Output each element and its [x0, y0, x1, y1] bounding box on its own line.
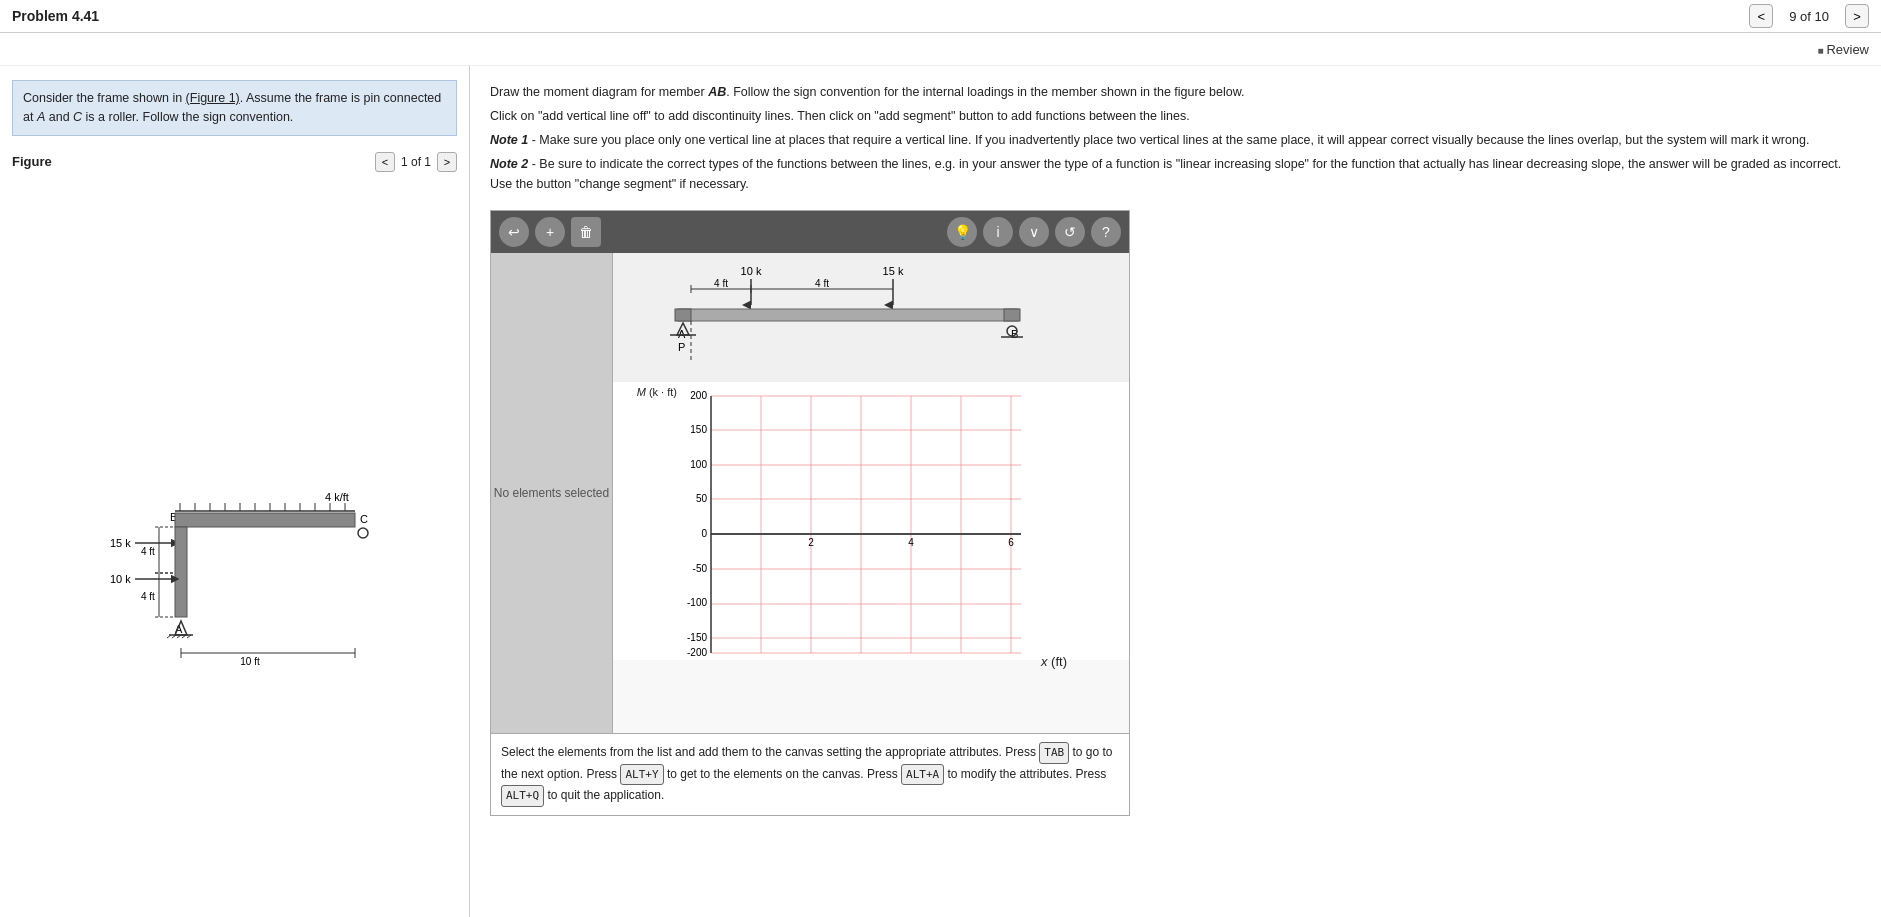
left-selector: No elements selected	[491, 253, 613, 733]
y-200: 200	[690, 390, 707, 401]
y-50: 50	[696, 493, 708, 504]
svg-rect-37	[675, 309, 691, 321]
add-btn[interactable]: +	[535, 217, 565, 247]
beam-dim1: 4 ft	[714, 278, 728, 289]
second-bar: Review	[0, 33, 1881, 66]
problem-text-box: Consider the frame shown in (Figure 1). …	[12, 80, 457, 136]
horizontal-beam	[175, 513, 355, 527]
beam-svg: 10 k 15 k 4 ft 4 ft	[623, 261, 1043, 371]
y-150n: -150	[687, 632, 707, 643]
figure-canvas: 4 k/ft B	[0, 176, 469, 918]
figure-label: Figure	[12, 154, 52, 169]
alt-q-key: ALT+Q	[501, 785, 544, 807]
bottom-text5: to quit the application.	[547, 788, 664, 802]
bottom-text1: Select the elements from the list and ad…	[501, 745, 1039, 759]
hint-btn[interactable]: 💡	[947, 217, 977, 247]
tool-toolbar-right: 💡 i ∨ ↺ ?	[947, 217, 1121, 247]
tool-toolbar-left: ↩ + 🗑	[499, 217, 601, 247]
instruction-note1: Note 1 - Make sure you place only one ve…	[490, 130, 1861, 150]
figure-nav-current: 1 of 1	[401, 155, 431, 169]
bottom-instructions: Select the elements from the list and ad…	[490, 734, 1130, 816]
prev-button[interactable]: <	[1749, 4, 1773, 28]
problem-title: Problem 4.41	[12, 8, 99, 24]
y-150: 150	[690, 424, 707, 435]
beam-dim2: 4 ft	[815, 278, 829, 289]
dim-10ft: 10 ft	[240, 656, 260, 667]
figure-prev-btn[interactable]: <	[375, 152, 395, 172]
beam-load2-label: 15 k	[883, 265, 904, 277]
diagram-tool: ↩ + 🗑 💡 i ∨ ↺ ? No elements selected	[490, 210, 1130, 734]
alt-a-key: ALT+A	[901, 764, 944, 786]
info-btn[interactable]: i	[983, 217, 1013, 247]
vertical-beam	[175, 527, 187, 617]
bottom-text3: to get to the elements on the canvas. Pr…	[667, 767, 901, 781]
x-2: 2	[808, 537, 814, 548]
instructions: Draw the moment diagram for member AB. F…	[490, 82, 1861, 194]
no-elements-label: No elements selected	[494, 486, 609, 500]
y-0: 0	[701, 528, 707, 539]
diagram-content: No elements selected	[491, 253, 1129, 733]
chart-y-label: M (k · ft)	[637, 386, 677, 398]
dist-load-label: 4 k/ft	[325, 491, 349, 503]
alt-y-key: ALT+Y	[620, 764, 663, 786]
load-10k-label: 10 k	[110, 573, 131, 585]
beam-load1-label: 10 k	[741, 265, 762, 277]
expand-btn[interactable]: ∨	[1019, 217, 1049, 247]
y-50n: -50	[693, 563, 708, 574]
dim-4ft-2: 4 ft	[141, 591, 155, 602]
left-panel: Consider the frame shown in (Figure 1). …	[0, 66, 470, 917]
svg-point-13	[358, 528, 368, 538]
problem-text: Consider the frame shown in	[23, 91, 186, 105]
delete-btn[interactable]: 🗑	[571, 217, 601, 247]
tab-key: TAB	[1039, 742, 1069, 764]
help-btn[interactable]: ?	[1091, 217, 1121, 247]
chart-area: M (k · ft)	[613, 382, 1129, 660]
top-bar: Problem 4.41 < 9 of 10 >	[0, 0, 1881, 33]
chart-container: 200 150 100 50 0 -50 -100 -150 -200	[681, 386, 1121, 656]
pagination: 9 of 10	[1789, 9, 1829, 24]
svg-rect-40	[1004, 309, 1020, 321]
figure-svg: 4 k/ft B	[55, 443, 415, 683]
top-bar-right: < 9 of 10 >	[1749, 4, 1869, 28]
load-15k-label: 15 k	[110, 537, 131, 549]
chart-svg: 200 150 100 50 0 -50 -100 -150 -200	[681, 386, 1041, 666]
right-diagram: 10 k 15 k 4 ft 4 ft	[613, 253, 1129, 733]
main-layout: Consider the frame shown in (Figure 1). …	[0, 66, 1881, 917]
figure-link[interactable]: (Figure 1)	[186, 91, 240, 105]
instruction-note2: Note 2 - Be sure to indicate the correct…	[490, 154, 1861, 194]
y-100n: -100	[687, 597, 707, 608]
instruction-line0: Draw the moment diagram for member AB. F…	[490, 82, 1861, 102]
undo-btn[interactable]: ↩	[499, 217, 529, 247]
tool-toolbar: ↩ + 🗑 💡 i ∨ ↺ ?	[491, 211, 1129, 253]
x-4: 4	[908, 537, 914, 548]
dim-4ft-1: 4 ft	[141, 546, 155, 557]
figure-next-btn[interactable]: >	[437, 152, 457, 172]
y-100: 100	[690, 459, 707, 470]
x-6: 6	[1008, 537, 1014, 548]
review-link[interactable]: Review	[1818, 42, 1869, 57]
right-panel: Draw the moment diagram for member AB. F…	[470, 66, 1881, 917]
beam-label-p: P	[678, 341, 685, 353]
next-button[interactable]: >	[1845, 4, 1869, 28]
figure-nav: < 1 of 1 >	[375, 152, 457, 172]
beam-rect	[678, 309, 1018, 321]
figure-label-row: Figure < 1 of 1 >	[0, 144, 469, 176]
y-200n: -200	[687, 647, 707, 658]
refresh-btn[interactable]: ↺	[1055, 217, 1085, 247]
bottom-text4: to modify the attributes. Press	[947, 767, 1106, 781]
point-c-label: C	[360, 513, 368, 525]
instruction-line1: Click on "add vertical line off" to add …	[490, 106, 1861, 126]
beam-area: 10 k 15 k 4 ft 4 ft	[613, 253, 1129, 382]
